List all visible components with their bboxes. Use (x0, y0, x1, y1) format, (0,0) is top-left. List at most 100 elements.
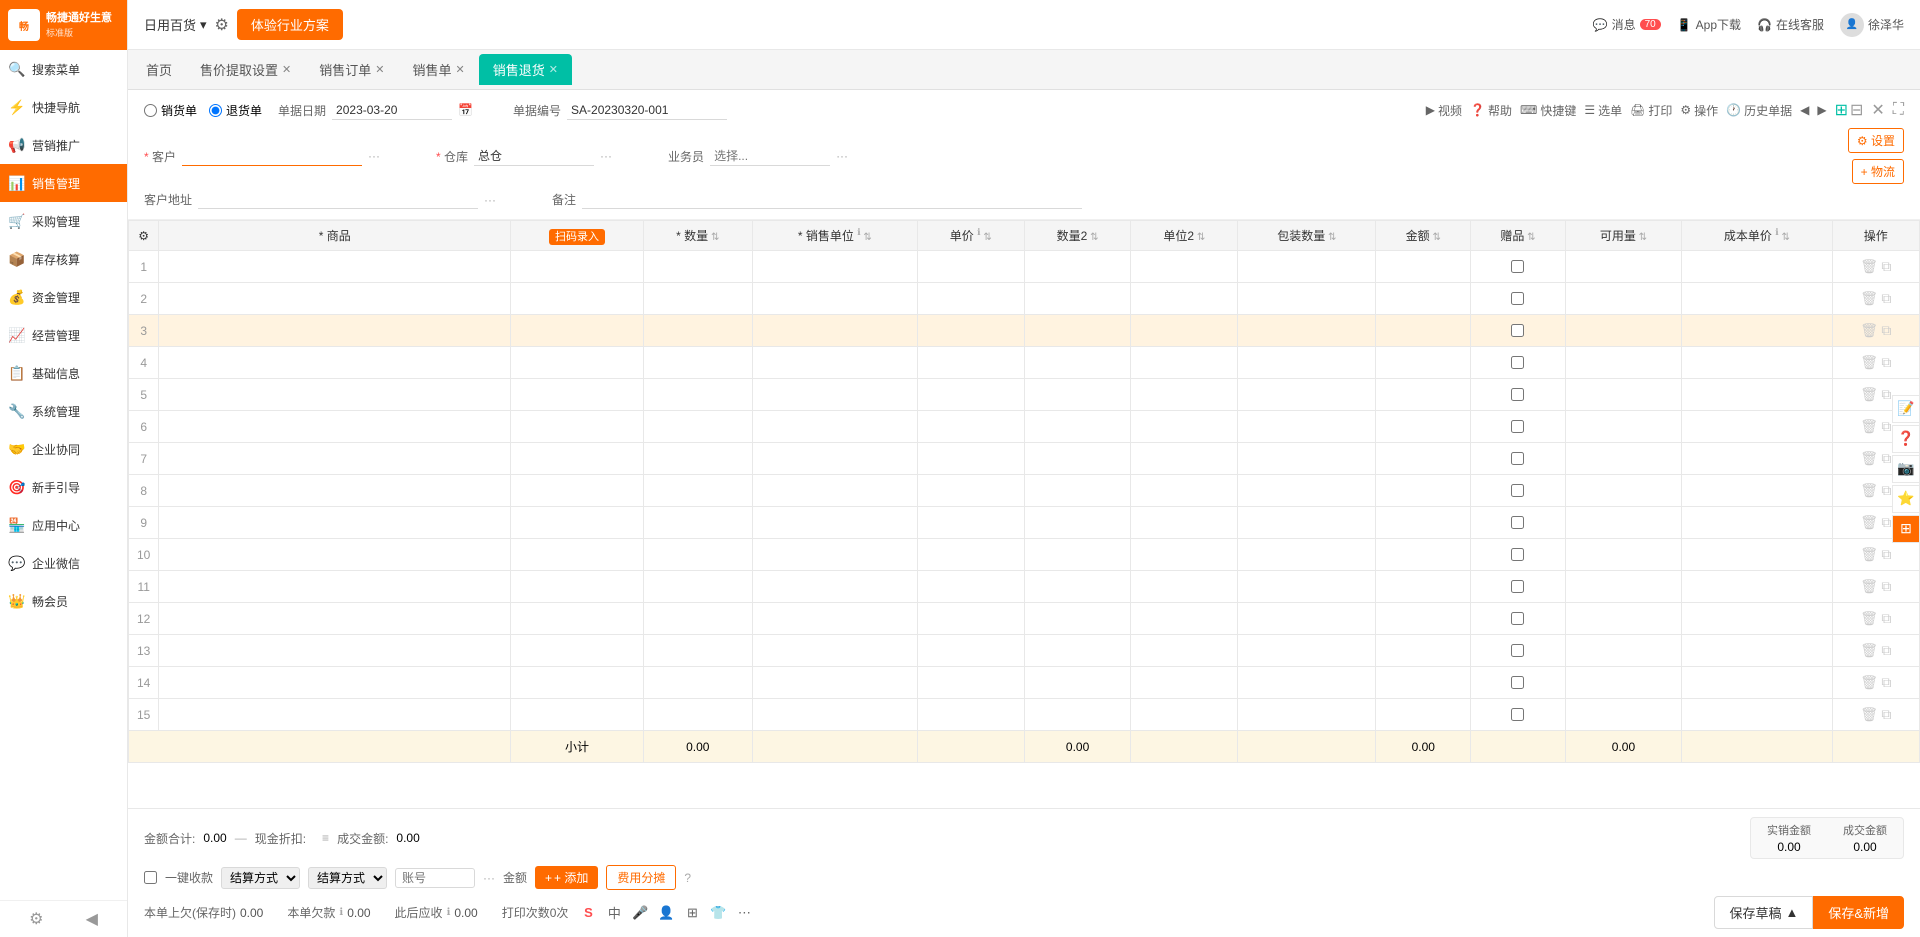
qty-cell-14[interactable] (643, 667, 752, 699)
pkg-cell-2[interactable] (1238, 283, 1376, 315)
float-note-btn[interactable]: 📝 (1892, 395, 1920, 423)
qty-cell-6[interactable] (643, 411, 752, 443)
delete-row-10[interactable]: 🗑 (1860, 546, 1878, 563)
product-cell-8[interactable] (159, 475, 511, 507)
unit2-cell-10[interactable] (1131, 539, 1238, 571)
product-cell-2[interactable] (159, 283, 511, 315)
qty2-cell-8[interactable] (1024, 475, 1131, 507)
gift-cell-7[interactable] (1471, 443, 1566, 475)
gift-checkbox-6[interactable] (1511, 420, 1524, 433)
topbar-gear-icon[interactable]: ⚙ (215, 15, 229, 35)
unit-cell-1[interactable] (752, 251, 917, 283)
gift-checkbox-3[interactable] (1511, 324, 1524, 337)
copy-row-6[interactable]: ⧉ (1881, 418, 1891, 435)
pkg-cell-4[interactable] (1238, 347, 1376, 379)
copy-row-11[interactable]: ⧉ (1881, 578, 1891, 595)
gift-cell-6[interactable] (1471, 411, 1566, 443)
history-btn[interactable]: 🕐 历史单据 (1726, 102, 1792, 119)
cost-cell-9[interactable] (1682, 507, 1832, 539)
available-cell-6[interactable] (1565, 411, 1681, 443)
unit2-cell-14[interactable] (1131, 667, 1238, 699)
gift-cell-2[interactable] (1471, 283, 1566, 315)
amount-cell-4[interactable] (1376, 347, 1471, 379)
gift-checkbox-15[interactable] (1511, 708, 1524, 721)
gift-cell-10[interactable] (1471, 539, 1566, 571)
unit2-cell-15[interactable] (1131, 699, 1238, 731)
product-cell-12[interactable] (159, 603, 511, 635)
col-scan[interactable]: 扫码录入 (511, 221, 643, 251)
product-cell-13[interactable] (159, 635, 511, 667)
copy-row-15[interactable]: ⧉ (1881, 706, 1891, 723)
customer-input[interactable] (182, 147, 362, 166)
available-cell-3[interactable] (1565, 315, 1681, 347)
warehouse-input[interactable] (474, 147, 594, 166)
amount-cell-10[interactable] (1376, 539, 1471, 571)
price-cell-11[interactable] (917, 571, 1024, 603)
cost-cell-1[interactable] (1682, 251, 1832, 283)
maximize-btn[interactable]: ⛶ (1893, 101, 1904, 119)
float-question-btn[interactable]: ❓ (1892, 425, 1920, 453)
list-view-btn[interactable]: ⊟ (1850, 100, 1863, 120)
unit-cell-2[interactable] (752, 283, 917, 315)
sidebar-item-13[interactable]: 💬 企业微信 (0, 544, 127, 582)
amount-cell-11[interactable] (1376, 571, 1471, 603)
qty2-cell-11[interactable] (1024, 571, 1131, 603)
tool-shirt[interactable]: 👕 (706, 901, 730, 925)
qty-cell-10[interactable] (643, 539, 752, 571)
sidebar-settings-icon[interactable]: ⚙ (29, 909, 43, 929)
qty2-cell-14[interactable] (1024, 667, 1131, 699)
gift-checkbox-13[interactable] (1511, 644, 1524, 657)
tool-user[interactable]: 👤 (654, 901, 678, 925)
price-cell-8[interactable] (917, 475, 1024, 507)
qty2-cell-1[interactable] (1024, 251, 1131, 283)
split-btn[interactable]: 费用分摊 (606, 865, 676, 890)
gift-cell-3[interactable] (1471, 315, 1566, 347)
qty-cell-2[interactable] (643, 283, 752, 315)
tool-grid[interactable]: ⊞ (680, 901, 704, 925)
product-cell-9[interactable] (159, 507, 511, 539)
col-price[interactable]: 单价 ℹ (917, 221, 1024, 251)
available-cell-12[interactable] (1565, 603, 1681, 635)
sidebar-item-2[interactable]: 📢 营销推广 (0, 126, 127, 164)
delete-row-4[interactable]: 🗑 (1860, 354, 1878, 371)
close-tab-btn[interactable]: ✕ (1871, 100, 1884, 120)
qty-cell-8[interactable] (643, 475, 752, 507)
copy-row-9[interactable]: ⧉ (1881, 514, 1891, 531)
account-input[interactable] (395, 868, 475, 888)
price-cell-6[interactable] (917, 411, 1024, 443)
unit-cell-8[interactable] (752, 475, 917, 507)
gift-checkbox-5[interactable] (1511, 388, 1524, 401)
sidebar-item-4[interactable]: 🛒 采购管理 (0, 202, 127, 240)
qty2-cell-7[interactable] (1024, 443, 1131, 475)
qty2-cell-15[interactable] (1024, 699, 1131, 731)
qty-cell-4[interactable] (643, 347, 752, 379)
product-cell-5[interactable] (159, 379, 511, 411)
online-service-btn[interactable]: 🎧 在线客服 (1757, 16, 1824, 33)
qty-cell-7[interactable] (643, 443, 752, 475)
account-select[interactable]: 结算方式 (308, 867, 387, 889)
product-cell-14[interactable] (159, 667, 511, 699)
available-cell-1[interactable] (1565, 251, 1681, 283)
float-camera-btn[interactable]: 📷 (1892, 455, 1920, 483)
unit-cell-10[interactable] (752, 539, 917, 571)
copy-row-7[interactable]: ⧉ (1881, 450, 1891, 467)
amount-cell-3[interactable] (1376, 315, 1471, 347)
tab-1[interactable]: 售价提取设置✕ (186, 54, 305, 85)
message-btn[interactable]: 💬 消息 70 (1593, 16, 1661, 33)
gift-cell-4[interactable] (1471, 347, 1566, 379)
amount-cell-12[interactable] (1376, 603, 1471, 635)
price-cell-12[interactable] (917, 603, 1024, 635)
amount-cell-13[interactable] (1376, 635, 1471, 667)
operate-btn[interactable]: ⚙ 操作 (1680, 102, 1718, 119)
product-cell-7[interactable] (159, 443, 511, 475)
unit2-cell-1[interactable] (1131, 251, 1238, 283)
sidebar-collapse-icon[interactable]: ◀ (86, 909, 98, 929)
delete-row-14[interactable]: 🗑 (1860, 674, 1878, 691)
app-download-btn[interactable]: 📱 App下载 (1677, 16, 1741, 33)
delete-row-7[interactable]: 🗑 (1860, 450, 1878, 467)
copy-row-12[interactable]: ⧉ (1881, 610, 1891, 627)
available-cell-10[interactable] (1565, 539, 1681, 571)
docno-input[interactable] (567, 101, 727, 120)
amount-cell-7[interactable] (1376, 443, 1471, 475)
tab-close-4[interactable]: ✕ (549, 63, 558, 76)
